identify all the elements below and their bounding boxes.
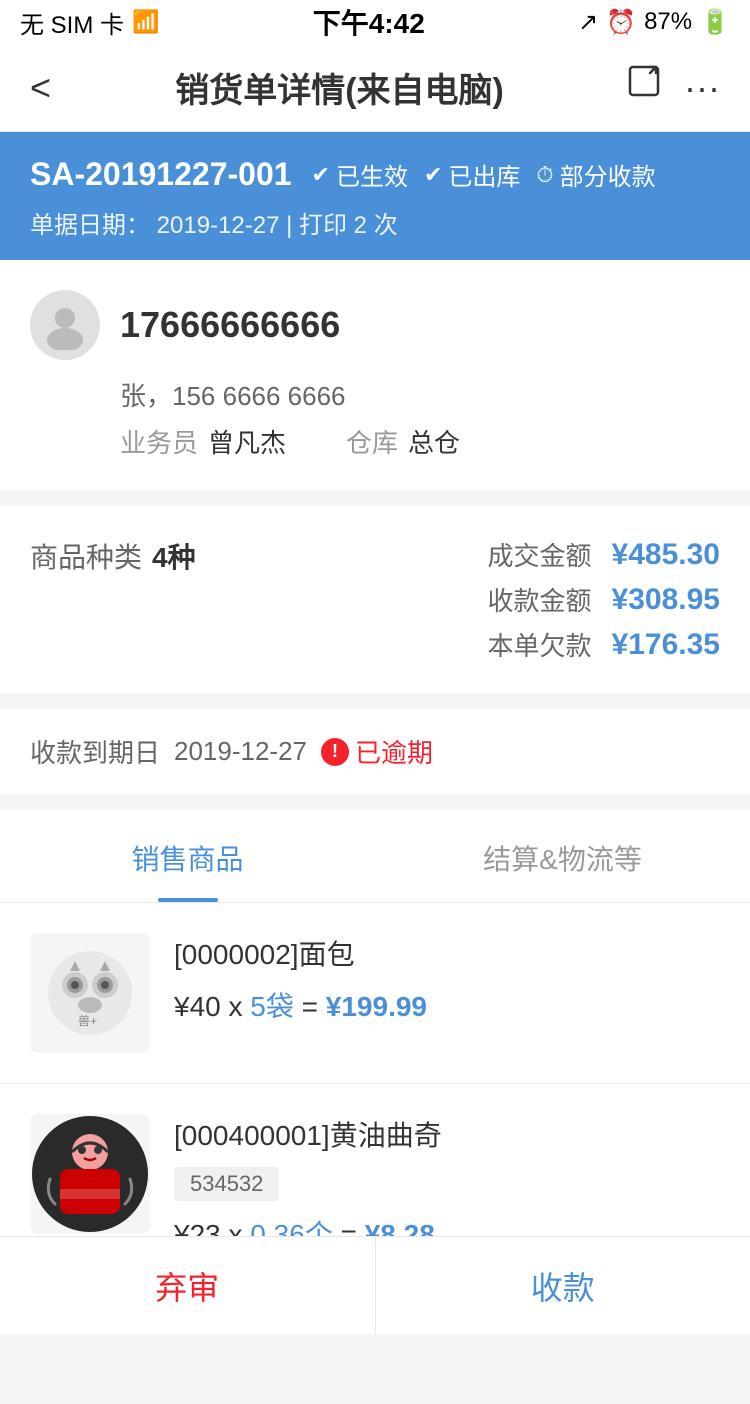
tab-products[interactable]: 销售商品 [0, 810, 375, 902]
confirm-button[interactable]: 收款 [376, 1237, 750, 1334]
customer-contact: 张，156 6666 6666 [30, 376, 720, 413]
tabs-section: 销售商品 结算&物流等 [0, 810, 750, 903]
staff-label: 业务员 [120, 423, 198, 460]
status-right: ↗ ⏰ 87% 🔋 [578, 8, 730, 37]
check-icon-1: ✔ [312, 162, 330, 188]
due-label: 收款到期日 [30, 733, 160, 770]
wifi-icon: 📶 [132, 9, 159, 35]
product-thumb-2 [30, 1114, 150, 1234]
status-badges: ✔ 已生效 ✔ 已出库 ⏱ 部分收款 [312, 157, 656, 192]
nav-left: < [30, 67, 51, 109]
carrier-text: 无 SIM 卡 [20, 5, 124, 40]
staff-value: 曾凡杰 [208, 423, 286, 460]
received-value: ¥308.95 [612, 583, 720, 617]
overdue-icon: ! [321, 738, 349, 766]
order-meta: 单据日期： 2019-12-27 | 打印 2 次 [30, 205, 720, 240]
check-icon-2: ✔ [424, 162, 442, 188]
due-date-section: 收款到期日 2019-12-27 ! 已逾期 [0, 709, 750, 794]
debt-row: 本单欠款 ¥176.35 [488, 626, 720, 663]
amount-row: 成交金额 ¥485.30 [488, 536, 720, 573]
warehouse-label: 仓库 [346, 423, 398, 460]
customer-staff: 业务员 曾凡杰 仓库 总仓 [30, 423, 720, 460]
status-time: 下午4:42 [313, 2, 425, 42]
back-button[interactable]: < [30, 67, 51, 109]
amount-value: ¥485.30 [612, 538, 720, 572]
badge-shipped: ✔ 已出库 [424, 157, 520, 192]
svg-text:兽+: 兽+ [78, 1014, 97, 1028]
bottom-bar: 弃审 收款 [0, 1236, 750, 1334]
avatar [30, 290, 100, 360]
nav-bar: < 销货单详情(来自电脑) ··· [0, 44, 750, 132]
location-icon: ↗ [578, 8, 598, 37]
received-row: 收款金额 ¥308.95 [488, 581, 720, 618]
battery-text: 87% [644, 8, 692, 36]
stats-right: 成交金额 ¥485.30 收款金额 ¥308.95 本单欠款 ¥176.35 [488, 536, 720, 663]
order-id: SA-20191227-001 [30, 156, 292, 193]
product-name-1: [0000002]面包 [174, 933, 720, 973]
overdue-badge: ! 已逾期 [321, 733, 433, 770]
status-bar: 无 SIM 卡 📶 下午4:42 ↗ ⏰ 87% 🔋 [0, 0, 750, 44]
order-header: SA-20191227-001 ✔ 已生效 ✔ 已出库 ⏱ 部分收款 单据日期：… [0, 132, 750, 260]
product-tag-2: 534532 [174, 1167, 279, 1201]
cancel-button[interactable]: 弃审 [0, 1237, 376, 1334]
nav-right: ··· [628, 65, 720, 110]
products-section: 兽+ [0000002]面包 ¥40 x 5袋 = ¥199.99 [0, 903, 750, 1284]
due-date: 2019-12-27 [174, 736, 307, 767]
product-price-1: ¥40 x 5袋 = ¥199.99 [174, 985, 720, 1025]
share-button[interactable] [628, 65, 664, 110]
product-thumb-1: 兽+ [30, 933, 150, 1053]
tab-settlement[interactable]: 结算&物流等 [375, 810, 750, 902]
product-name-2: [000400001]黄油曲奇 [174, 1114, 720, 1154]
badge-effective: ✔ 已生效 [312, 157, 408, 192]
battery-icon: 🔋 [700, 8, 730, 37]
status-left: 无 SIM 卡 📶 [20, 5, 159, 40]
debt-value: ¥176.35 [612, 628, 720, 662]
alarm-icon: ⏰ [606, 8, 636, 37]
clock-icon: ⏱ [536, 162, 553, 188]
product-info-1: [0000002]面包 ¥40 x 5袋 = ¥199.99 [174, 933, 720, 1025]
page-title: 销货单详情(来自电脑) [175, 63, 504, 112]
stats-section: 商品种类 4种 成交金额 ¥485.30 收款金额 ¥308.95 本单欠款 ¥… [0, 506, 750, 693]
more-button[interactable]: ··· [684, 67, 720, 109]
badge-partial: ⏱ 部分收款 [536, 157, 655, 192]
warehouse-value: 总仓 [408, 423, 460, 460]
customer-section: 17666666666 张，156 6666 6666 业务员 曾凡杰 仓库 总… [0, 260, 750, 490]
customer-name: 17666666666 [120, 304, 340, 346]
product-item: 兽+ [0000002]面包 ¥40 x 5袋 = ¥199.99 [0, 903, 750, 1084]
product-type-count: 商品种类 4种 [30, 536, 196, 576]
product-info-2: [000400001]黄油曲奇 534532 ¥23 x 0.36个 = ¥8.… [174, 1114, 720, 1253]
